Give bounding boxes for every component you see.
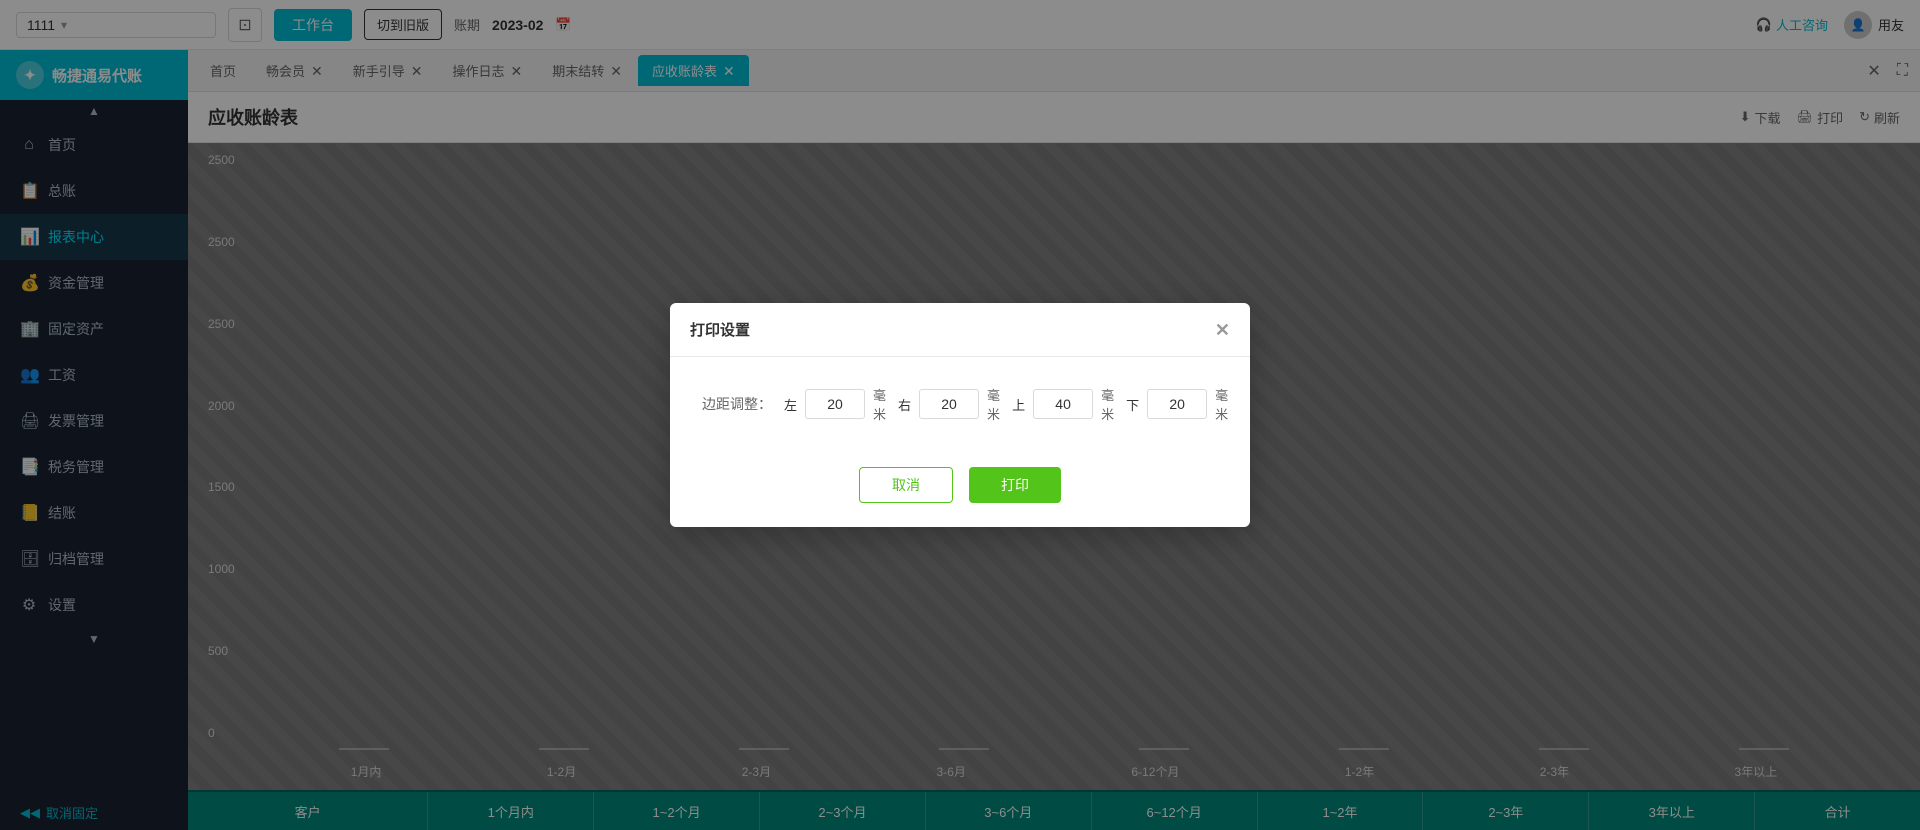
right-unit: 毫米 — [987, 385, 1000, 423]
top-unit: 毫米 — [1101, 385, 1114, 423]
top-label: 上 — [1012, 395, 1025, 414]
margin-label: 边距调整： — [702, 394, 772, 414]
margin-bottom-group: 下 毫米 — [1126, 385, 1228, 423]
bottom-label: 下 — [1126, 395, 1139, 414]
margin-left-group: 左 毫米 — [784, 385, 886, 423]
bottom-unit: 毫米 — [1215, 385, 1228, 423]
margin-bottom-input[interactable] — [1147, 389, 1207, 419]
print-settings-modal: 打印设置 ✕ 边距调整： 左 毫米 右 毫米 上 毫米 — [670, 303, 1250, 527]
modal-title: 打印设置 — [690, 319, 750, 340]
margin-top-input[interactable] — [1033, 389, 1093, 419]
modal-overlay[interactable]: 打印设置 ✕ 边距调整： 左 毫米 右 毫米 上 毫米 — [0, 0, 1920, 830]
margin-left-input[interactable] — [805, 389, 865, 419]
modal-body: 边距调整： 左 毫米 右 毫米 上 毫米 下 — [670, 357, 1250, 451]
left-label: 左 — [784, 395, 797, 414]
confirm-print-button[interactable]: 打印 — [969, 467, 1061, 503]
margin-right-input[interactable] — [919, 389, 979, 419]
left-unit: 毫米 — [873, 385, 886, 423]
margin-top-group: 上 毫米 — [1012, 385, 1114, 423]
modal-footer: 取消 打印 — [670, 451, 1250, 527]
right-label: 右 — [898, 395, 911, 414]
modal-header: 打印设置 ✕ — [670, 303, 1250, 357]
modal-close-button[interactable]: ✕ — [1215, 321, 1230, 339]
margin-form-row: 边距调整： 左 毫米 右 毫米 上 毫米 下 — [702, 385, 1218, 423]
margin-right-group: 右 毫米 — [898, 385, 1000, 423]
cancel-button[interactable]: 取消 — [859, 467, 953, 503]
